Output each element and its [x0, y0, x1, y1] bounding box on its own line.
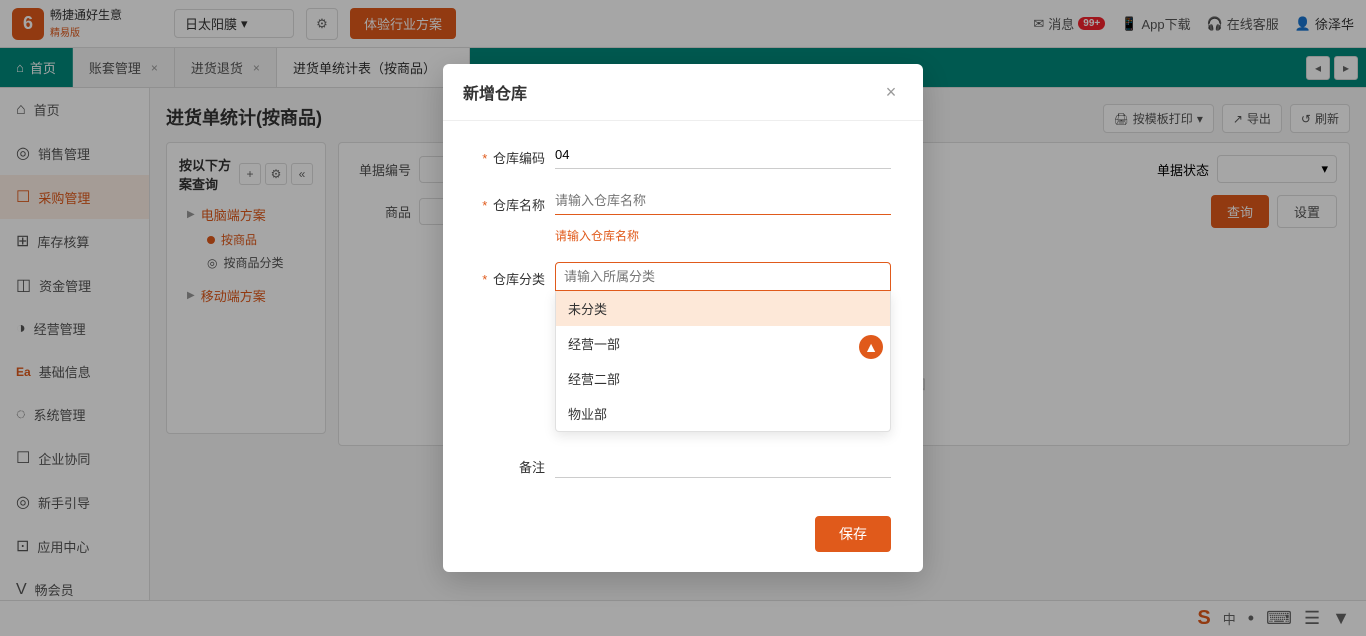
- category-dropdown: 未分类 经营一部 经营二部 物业部: [555, 291, 891, 432]
- warehouse-name-row: * 仓库名称 请输入仓库名称: [475, 187, 891, 244]
- dropdown-item-none[interactable]: 未分类: [556, 291, 890, 326]
- modal-close-button[interactable]: ×: [879, 80, 903, 104]
- warehouse-remark-label: 备注: [475, 450, 545, 476]
- dropdown-item-ops2[interactable]: 经营二部: [556, 361, 890, 396]
- modal-footer: 保存: [443, 516, 923, 552]
- warehouse-code-label: * 仓库编码: [475, 141, 545, 167]
- required-star-name: *: [482, 198, 487, 213]
- category-toggle-button[interactable]: ▲: [859, 335, 883, 359]
- new-warehouse-modal: 新增仓库 × * 仓库编码 * 仓库名称: [443, 64, 923, 572]
- warehouse-category-label: * 仓库分类: [475, 262, 545, 288]
- modal-save-button[interactable]: 保存: [815, 516, 891, 552]
- dropdown-item-ops1[interactable]: 经营一部: [556, 326, 890, 361]
- warehouse-code-input[interactable]: [555, 141, 891, 169]
- modal-title: 新增仓库: [463, 80, 527, 104]
- warehouse-name-label: * 仓库名称: [475, 188, 545, 214]
- warehouse-name-input[interactable]: [555, 187, 891, 215]
- warehouse-name-error-msg: 请输入仓库名称: [555, 227, 891, 244]
- warehouse-remark-row: 备注: [475, 450, 891, 478]
- warehouse-category-input[interactable]: [555, 262, 891, 291]
- warehouse-remark-input[interactable]: [555, 450, 891, 478]
- modal-header: 新增仓库 ×: [443, 64, 923, 121]
- warehouse-name-field: * 仓库名称: [475, 187, 891, 215]
- required-star-cat: *: [482, 272, 487, 287]
- warehouse-code-row: * 仓库编码: [475, 141, 891, 169]
- modal-body: * 仓库编码 * 仓库名称 请输入仓库名称: [443, 121, 923, 516]
- warehouse-category-row: * 仓库分类 ▲ 未分类 经营一部 经营二部 物业部: [475, 262, 891, 432]
- warehouse-name-error: 请输入仓库名称: [475, 225, 891, 244]
- modal-overlay[interactable]: 新增仓库 × * 仓库编码 * 仓库名称: [0, 0, 1366, 636]
- dropdown-item-property[interactable]: 物业部: [556, 396, 890, 431]
- warehouse-category-wrapper: ▲ 未分类 经营一部 经营二部 物业部: [555, 262, 891, 432]
- required-star-code: *: [482, 151, 487, 166]
